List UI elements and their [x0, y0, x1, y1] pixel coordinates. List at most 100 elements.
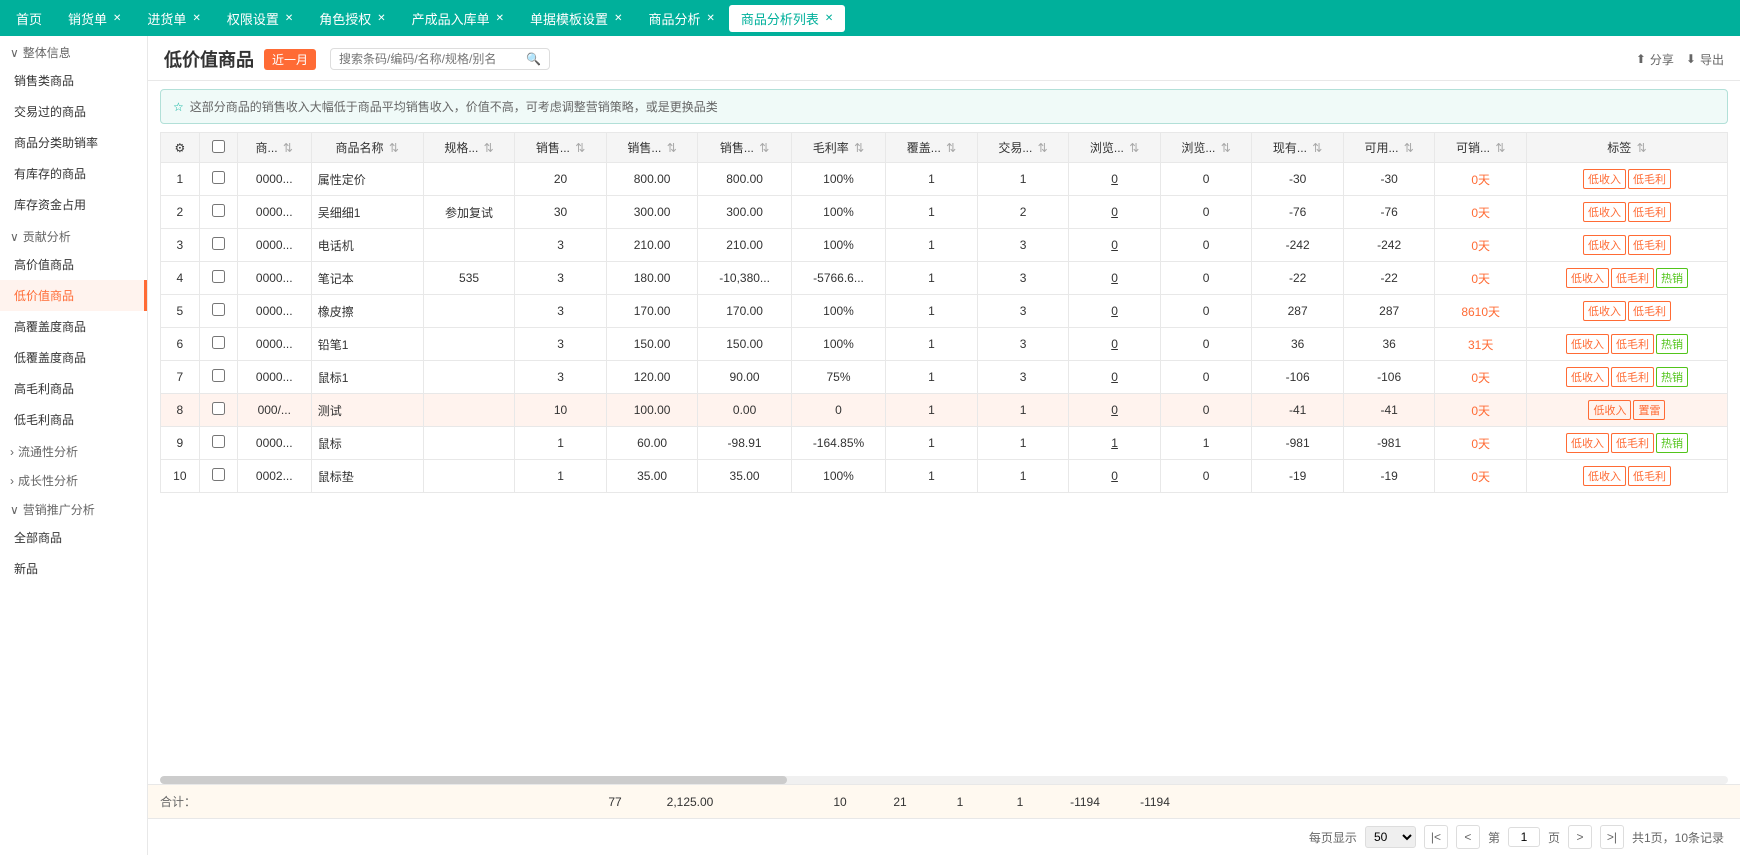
- row-checkbox[interactable]: [199, 262, 237, 295]
- row-checkbox[interactable]: [199, 295, 237, 328]
- row-browse1[interactable]: 0: [1069, 262, 1161, 295]
- page-size-select[interactable]: 50 100: [1365, 826, 1416, 848]
- export-button[interactable]: ⬇ 导出: [1686, 51, 1724, 68]
- content-area: 低价值商品 近一月 🔍 ⬆ 分享 ⬇ 导出 ☆ 这部分商品的销售收入大幅低于商品…: [148, 36, 1740, 855]
- row-browse1[interactable]: 0: [1069, 196, 1161, 229]
- sidebar-item-stock-capital[interactable]: 库存资金占用: [0, 189, 147, 220]
- sidebar-item-new-goods[interactable]: 新品: [0, 553, 147, 584]
- row-browse1[interactable]: 0: [1069, 361, 1161, 394]
- row-checkbox[interactable]: [199, 394, 237, 427]
- th-sales2[interactable]: 销售... ⇅: [606, 133, 698, 163]
- th-name[interactable]: 商品名称 ⇅: [311, 133, 423, 163]
- nav-template[interactable]: 单据模板设置 ✕: [518, 5, 634, 32]
- sidebar-item-sales-goods[interactable]: 销售类商品: [0, 65, 147, 96]
- row-checkbox[interactable]: [199, 328, 237, 361]
- sidebar-item-high-margin[interactable]: 高毛利商品: [0, 373, 147, 404]
- sidebar-item-stock-goods[interactable]: 有库存的商品: [0, 158, 147, 189]
- th-trade[interactable]: 交易... ⇅: [977, 133, 1069, 163]
- sidebar-item-low-coverage[interactable]: 低覆盖度商品: [0, 342, 147, 373]
- scrollbar-thumb[interactable]: [160, 776, 787, 784]
- row-checkbox[interactable]: [199, 229, 237, 262]
- page-number-input[interactable]: [1508, 827, 1540, 847]
- search-input[interactable]: [339, 52, 520, 66]
- th-spec[interactable]: 规格... ⇅: [423, 133, 515, 163]
- row-checkbox[interactable]: [199, 460, 237, 493]
- th-margin[interactable]: 毛利率 ⇅: [791, 133, 885, 163]
- sidebar-item-low-value[interactable]: 低价值商品: [0, 280, 147, 311]
- th-coverage[interactable]: 覆盖... ⇅: [886, 133, 978, 163]
- th-saleable-stock[interactable]: 可销... ⇅: [1435, 133, 1527, 163]
- nav-purchase-order[interactable]: 进货单 ✕: [135, 5, 212, 32]
- th-sales3[interactable]: 销售... ⇅: [698, 133, 791, 163]
- row-browse1[interactable]: 0: [1069, 229, 1161, 262]
- th-checkbox[interactable]: [199, 133, 237, 163]
- sidebar-section-circulation[interactable]: › 流通性分析: [0, 435, 147, 464]
- row-coverage: 1: [886, 427, 978, 460]
- row-tags: 低收入低毛利热销: [1526, 328, 1727, 361]
- nav-close-icon6[interactable]: ✕: [614, 13, 622, 24]
- sidebar-section-growth[interactable]: › 成长性分析: [0, 464, 147, 493]
- sidebar-section-marketing[interactable]: ∨ 营销推广分析: [0, 493, 147, 522]
- nav-product-analysis[interactable]: 商品分析 ✕: [636, 5, 726, 32]
- first-page-button[interactable]: |<: [1424, 825, 1448, 849]
- row-trade: 1: [977, 427, 1069, 460]
- th-current-stock[interactable]: 现有... ⇅: [1252, 133, 1344, 163]
- row-no: 7: [161, 361, 200, 394]
- sidebar-item-high-value[interactable]: 高价值商品: [0, 249, 147, 280]
- row-browse1[interactable]: 0: [1069, 394, 1161, 427]
- nav-close-icon8[interactable]: ✕: [825, 13, 833, 24]
- th-browse1[interactable]: 浏览... ⇅: [1069, 133, 1161, 163]
- row-checkbox[interactable]: [199, 196, 237, 229]
- row-trade: 2: [977, 196, 1069, 229]
- nav-product-analysis-list[interactable]: 商品分析列表 ✕: [729, 5, 845, 32]
- row-checkbox[interactable]: [199, 361, 237, 394]
- prev-page-button[interactable]: <: [1456, 825, 1480, 849]
- search-icon[interactable]: 🔍: [526, 52, 541, 66]
- row-browse1[interactable]: 0: [1069, 295, 1161, 328]
- horizontal-scrollbar[interactable]: [160, 776, 1728, 784]
- sidebar-item-all-goods[interactable]: 全部商品: [0, 522, 147, 553]
- th-browse2[interactable]: 浏览... ⇅: [1160, 133, 1252, 163]
- info-icon: ☆: [173, 100, 184, 114]
- th-tags[interactable]: 标签 ⇅: [1526, 133, 1727, 163]
- share-button[interactable]: ⬆ 分享: [1636, 51, 1674, 68]
- next-page-button[interactable]: >: [1568, 825, 1592, 849]
- time-tag-button[interactable]: 近一月: [264, 49, 316, 70]
- row-checkbox[interactable]: [199, 163, 237, 196]
- nav-close-icon5[interactable]: ✕: [496, 13, 504, 24]
- th-settings[interactable]: ⚙: [161, 133, 200, 163]
- row-code: 0000...: [237, 328, 311, 361]
- row-checkbox[interactable]: [199, 427, 237, 460]
- table-row: 5 0000... 橡皮擦 3 170.00 170.00 100% 1 3 0…: [161, 295, 1728, 328]
- nav-stock-in[interactable]: 产成品入库单 ✕: [400, 5, 516, 32]
- row-sales3: 150.00: [698, 328, 791, 361]
- nav-close-icon4[interactable]: ✕: [377, 13, 385, 24]
- nav-sales-order[interactable]: 销货单 ✕: [56, 5, 133, 32]
- th-code[interactable]: 商... ⇅: [237, 133, 311, 163]
- nav-permissions[interactable]: 权限设置 ✕: [215, 5, 305, 32]
- sidebar-item-low-margin[interactable]: 低毛利商品: [0, 404, 147, 435]
- row-browse1[interactable]: 0: [1069, 328, 1161, 361]
- sidebar-item-traded-goods[interactable]: 交易过的商品: [0, 96, 147, 127]
- sidebar-item-category-rate[interactable]: 商品分类助销率: [0, 127, 147, 158]
- page-label2: 页: [1548, 829, 1560, 846]
- row-sales2: 120.00: [606, 361, 698, 394]
- sidebar-item-high-coverage[interactable]: 高覆盖度商品: [0, 311, 147, 342]
- th-available-stock[interactable]: 可用... ⇅: [1343, 133, 1435, 163]
- nav-roles[interactable]: 角色授权 ✕: [307, 5, 397, 32]
- nav-close-icon[interactable]: ✕: [113, 13, 121, 24]
- th-sales1[interactable]: 销售... ⇅: [515, 133, 607, 163]
- nav-home[interactable]: 首页: [4, 5, 54, 32]
- row-browse1[interactable]: 1: [1069, 427, 1161, 460]
- last-page-button[interactable]: >|: [1600, 825, 1624, 849]
- nav-close-icon7[interactable]: ✕: [706, 13, 714, 24]
- row-browse1[interactable]: 0: [1069, 460, 1161, 493]
- chevron-down-icon2: ∨: [10, 230, 19, 244]
- row-browse1[interactable]: 0: [1069, 163, 1161, 196]
- nav-close-icon2[interactable]: ✕: [192, 13, 200, 24]
- sidebar-section-contribution[interactable]: ∨ 贡献分析: [0, 220, 147, 249]
- nav-close-icon3[interactable]: ✕: [285, 13, 293, 24]
- row-sales1: 30: [515, 196, 607, 229]
- row-coverage: 1: [886, 295, 978, 328]
- sidebar-section-general[interactable]: ∨ 整体信息: [0, 36, 147, 65]
